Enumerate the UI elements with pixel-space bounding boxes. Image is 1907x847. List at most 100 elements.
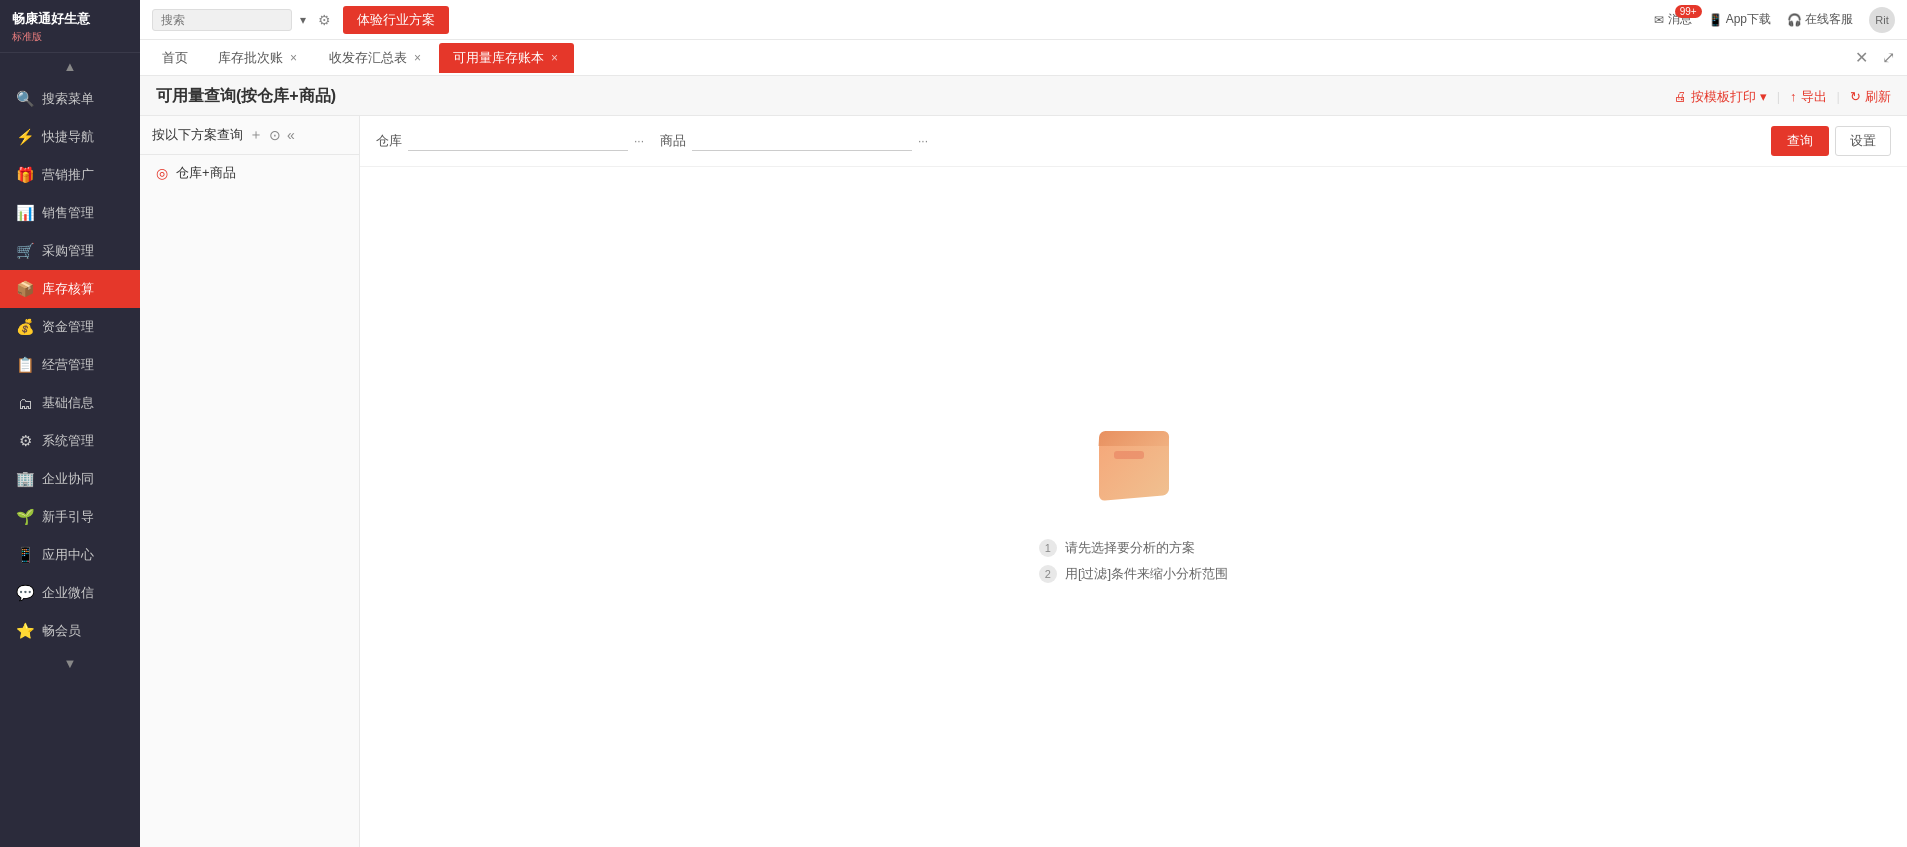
phone-download-icon: 📱 xyxy=(1708,13,1723,27)
sprout-icon: 🌱 xyxy=(16,508,34,526)
user-avatar[interactable]: Rit xyxy=(1869,7,1895,33)
folder-icon: 🗂 xyxy=(16,395,34,412)
sidebar-item-enterprise[interactable]: 🏢 企业协同 xyxy=(0,460,140,498)
topbar-right: ✉ 消息 99+ 📱 App下载 🎧 在线客服 Rit xyxy=(1654,7,1895,33)
tab-close-current-btn[interactable]: ✕ xyxy=(1851,44,1872,71)
sidebar-item-sales[interactable]: 📊 销售管理 xyxy=(0,194,140,232)
sidebar-item-finance[interactable]: 💰 资金管理 xyxy=(0,308,140,346)
print-dropdown-icon[interactable]: ▾ xyxy=(1760,89,1767,104)
left-panel-header: 按以下方案查询 ＋ ⊙ « xyxy=(140,116,359,155)
collapse-panel-btn[interactable]: « xyxy=(287,127,295,143)
settings-scheme-btn[interactable]: ⊙ xyxy=(269,127,281,143)
online-service-btn[interactable]: 🎧 在线客服 xyxy=(1787,11,1853,28)
print-btn[interactable]: 🖨 按模板打印 ▾ xyxy=(1674,88,1767,106)
step1-num: 1 xyxy=(1039,539,1057,557)
sidebar-item-search[interactable]: 🔍 搜索菜单 xyxy=(0,80,140,118)
headset-icon: 🎧 xyxy=(1787,13,1802,27)
filter-settings-btn[interactable]: 设置 xyxy=(1835,126,1891,156)
topbar-dropdown-btn[interactable]: ▾ xyxy=(300,13,306,27)
warehouse-input[interactable] xyxy=(408,131,628,151)
sidebar-item-quick[interactable]: ⚡ 快捷导航 xyxy=(0,118,140,156)
empty-state: 1 请先选择要分析的方案 2 用[过滤]条件来缩小分析范围 xyxy=(360,167,1907,847)
tab-batch-close[interactable]: × xyxy=(288,51,299,65)
sidebar-item-wechat[interactable]: 💬 企业微信 xyxy=(0,574,140,612)
sidebar-item-member[interactable]: ⭐ 畅会员 xyxy=(0,612,140,650)
add-scheme-btn[interactable]: ＋ xyxy=(249,126,263,144)
sidebar-scroll-up[interactable]: ▲ xyxy=(0,53,140,80)
main-area: ▾ ⚙ 体验行业方案 ✉ 消息 99+ 📱 App下载 🎧 在线客服 Rit xyxy=(140,0,1907,847)
tabs-right-btns: ✕ ⤢ xyxy=(1851,44,1899,71)
topbar: ▾ ⚙ 体验行业方案 ✉ 消息 99+ 📱 App下载 🎧 在线客服 Rit xyxy=(140,0,1907,40)
message-badge: 99+ xyxy=(1675,5,1702,18)
tab-summary-close[interactable]: × xyxy=(412,51,423,65)
empty-step-1: 1 请先选择要分析的方案 xyxy=(1039,539,1228,557)
refresh-btn[interactable]: ↻ 刷新 xyxy=(1850,88,1891,106)
quick-icon: ⚡ xyxy=(16,128,34,146)
empty-illustration xyxy=(1084,423,1184,523)
filter-row: 仓库 ··· 商品 ··· 查询 设置 xyxy=(360,116,1907,167)
app-logo: 畅康通好生意 标准版 xyxy=(0,0,140,53)
goods-more-btn[interactable]: ··· xyxy=(918,134,928,148)
sidebar-item-inventory[interactable]: 📦 库存核算 xyxy=(0,270,140,308)
box-icon: 📦 xyxy=(16,280,34,298)
chat-icon: 💬 xyxy=(16,584,34,602)
industry-solution-btn[interactable]: 体验行业方案 xyxy=(343,6,449,34)
phone-icon: 📱 xyxy=(16,546,34,564)
topbar-gear-btn[interactable]: ⚙ xyxy=(314,8,335,32)
sidebar: 畅康通好生意 标准版 ▲ 🔍 搜索菜单 ⚡ 快捷导航 🎁 营销推广 📊 销售管理… xyxy=(0,0,140,847)
sidebar-item-purchase[interactable]: 🛒 采购管理 xyxy=(0,232,140,270)
star-icon: ⭐ xyxy=(16,622,34,640)
tab-summary[interactable]: 收发存汇总表 × xyxy=(315,43,437,73)
sidebar-scroll-down[interactable]: ▼ xyxy=(0,650,140,677)
page-header: 可用量查询(按仓库+商品) 🖨 按模板打印 ▾ | ↑ 导出 | ↻ 刷新 xyxy=(140,76,1907,116)
right-panel: 仓库 ··· 商品 ··· 查询 设置 xyxy=(360,116,1907,847)
warehouse-label: 仓库 xyxy=(376,132,402,150)
sidebar-item-newbie[interactable]: 🌱 新手引导 xyxy=(0,498,140,536)
message-icon: ✉ xyxy=(1654,13,1664,27)
tab-batch[interactable]: 库存批次账 × xyxy=(204,43,313,73)
tabs-bar: 首页 库存批次账 × 收发存汇总表 × 可用量库存账本 × ✕ ⤢ xyxy=(140,40,1907,76)
gift-icon: 🎁 xyxy=(16,166,34,184)
money-icon: 💰 xyxy=(16,318,34,336)
sidebar-item-basic[interactable]: 🗂 基础信息 xyxy=(0,384,140,422)
goods-label: 商品 xyxy=(660,132,686,150)
topbar-search-input[interactable] xyxy=(152,9,292,31)
refresh-icon: ↻ xyxy=(1850,89,1861,104)
goods-filter-group: 商品 ··· xyxy=(660,131,928,151)
warehouse-filter-group: 仓库 ··· xyxy=(376,131,644,151)
export-icon: ↑ xyxy=(1790,89,1797,104)
print-icon: 🖨 xyxy=(1674,89,1687,104)
tab-home[interactable]: 首页 xyxy=(148,43,202,73)
tab-available[interactable]: 可用量库存账本 × xyxy=(439,43,574,73)
page-header-actions: 🖨 按模板打印 ▾ | ↑ 导出 | ↻ 刷新 xyxy=(1674,88,1891,106)
chart-icon: 📊 xyxy=(16,204,34,222)
gear-icon: ⚙ xyxy=(16,432,34,450)
app-edition: 标准版 xyxy=(12,30,128,44)
cart-icon: 🛒 xyxy=(16,242,34,260)
tab-expand-btn[interactable]: ⤢ xyxy=(1878,44,1899,71)
sidebar-item-operations[interactable]: 📋 经营管理 xyxy=(0,346,140,384)
page-title: 可用量查询(按仓库+商品) xyxy=(156,86,336,107)
empty-state-text: 1 请先选择要分析的方案 2 用[过滤]条件来缩小分析范围 xyxy=(1039,539,1228,591)
warehouse-more-btn[interactable]: ··· xyxy=(634,134,644,148)
scheme-item-warehouse-goods[interactable]: ◎ 仓库+商品 xyxy=(140,155,359,191)
export-btn[interactable]: ↑ 导出 xyxy=(1790,88,1827,106)
sidebar-item-system[interactable]: ⚙ 系统管理 xyxy=(0,422,140,460)
step2-num: 2 xyxy=(1039,565,1057,583)
filter-action-btns: 查询 设置 xyxy=(1771,126,1891,156)
tab-available-close[interactable]: × xyxy=(549,51,560,65)
left-panel: 按以下方案查询 ＋ ⊙ « ◎ 仓库+商品 xyxy=(140,116,360,847)
sidebar-item-appstore[interactable]: 📱 应用中心 xyxy=(0,536,140,574)
message-btn[interactable]: ✉ 消息 99+ xyxy=(1654,11,1692,28)
app-download-btn[interactable]: 📱 App下载 xyxy=(1708,11,1771,28)
goods-input[interactable] xyxy=(692,131,912,151)
search-icon: 🔍 xyxy=(16,90,34,108)
scheme-item-icon: ◎ xyxy=(156,165,168,181)
query-btn[interactable]: 查询 xyxy=(1771,126,1829,156)
content-area: 按以下方案查询 ＋ ⊙ « ◎ 仓库+商品 仓库 ··· 商品 xyxy=(140,116,1907,847)
clipboard-icon: 📋 xyxy=(16,356,34,374)
empty-step-2: 2 用[过滤]条件来缩小分析范围 xyxy=(1039,565,1228,583)
scheme-header-label: 按以下方案查询 xyxy=(152,126,243,144)
app-name: 畅康通好生意 xyxy=(12,10,128,28)
sidebar-item-marketing[interactable]: 🎁 营销推广 xyxy=(0,156,140,194)
